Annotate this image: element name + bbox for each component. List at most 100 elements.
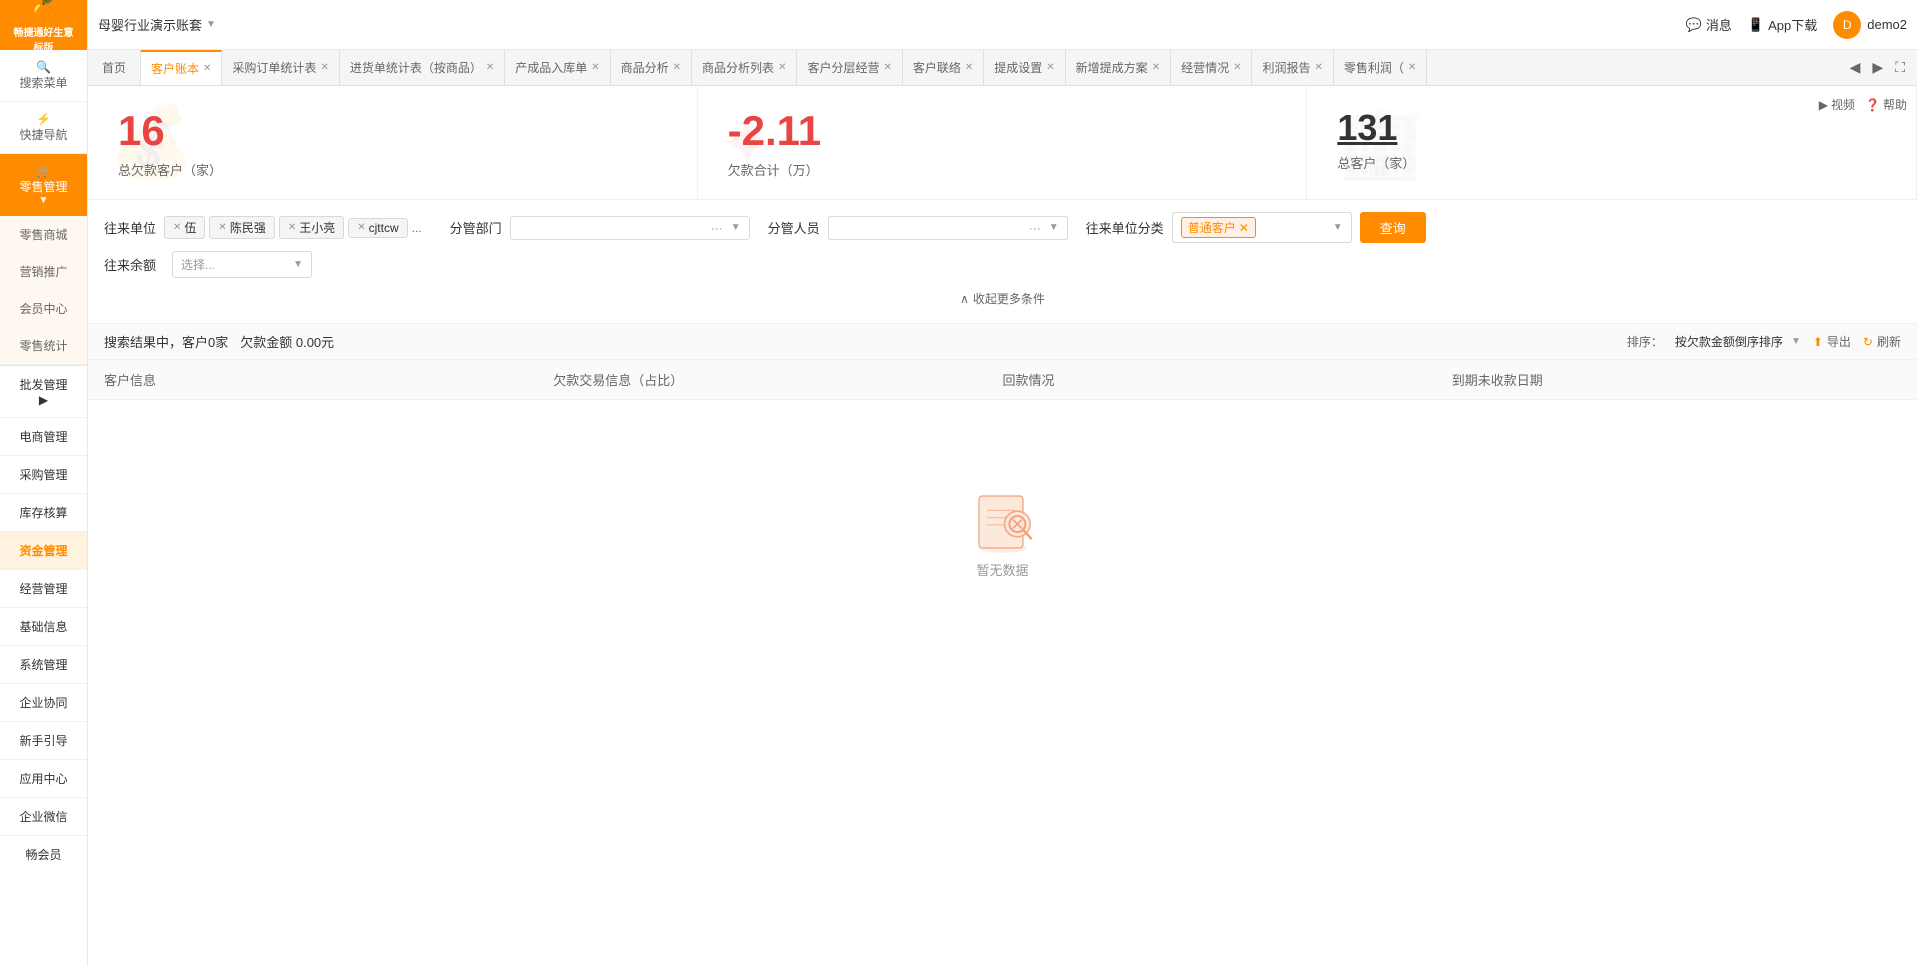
unit-tag-wang-close-icon[interactable]: ✕ [288, 222, 296, 233]
tab-close-business-status[interactable]: ✕ [1233, 62, 1241, 73]
tab-customer-segment[interactable]: 客户分层经营 ✕ [797, 50, 902, 86]
dept-select-more-icon: ··· [711, 221, 723, 235]
tab-new-promotion[interactable]: 新增提成方案 ✕ [1066, 50, 1171, 86]
sidebar-item-inventory[interactable]: 库存核算 [0, 494, 87, 532]
empty-state: 暂无数据 [88, 400, 1917, 659]
tab-close-customer-contact[interactable]: ✕ [965, 62, 973, 73]
sidebar-item-marketing[interactable]: 营销推广 [0, 253, 87, 290]
tab-customer-account[interactable]: 客户账本 ✕ [141, 50, 222, 86]
stat-customers-label: 总欠款客户（家） [118, 160, 222, 179]
retail-icon: 🛒 [36, 164, 51, 178]
sidebar-item-app-center[interactable]: 应用中心 [0, 760, 87, 798]
sidebar-item-vip-member[interactable]: 畅会员 [0, 836, 87, 873]
balance-filter-select[interactable]: 选择... ▼ [172, 251, 312, 278]
sidebar-item-search[interactable]: 🔍 搜索菜单 [0, 50, 87, 102]
help-button[interactable]: ❓ 帮助 [1865, 96, 1907, 113]
sidebar-item-member[interactable]: 会员中心 [0, 290, 87, 327]
tab-goods-analysis[interactable]: 商品分析 ✕ [611, 50, 692, 86]
tab-close-customer-segment[interactable]: ✕ [883, 62, 891, 73]
col-header-customer: 客户信息 [104, 370, 553, 389]
sidebar-item-wholesale[interactable]: 批发管理 ▶ [0, 366, 87, 418]
account-selector-label: 母婴行业演示账套 [98, 15, 202, 34]
tab-close-customer-account[interactable]: ✕ [203, 63, 211, 74]
user-menu[interactable]: D demo2 [1833, 11, 1907, 39]
quick-nav-icon: ⚡ [0, 112, 87, 126]
table-area: 客户信息 欠款交易信息（占比） 回款情况 到期未收款日期 [88, 360, 1917, 659]
app-download-button[interactable]: 📱 App下载 [1748, 15, 1817, 34]
unit-class-tag-close-icon[interactable]: ✕ [1239, 221, 1249, 235]
tab-close-purchase-order[interactable]: ✕ [320, 62, 328, 73]
sidebar-item-purchase[interactable]: 采购管理 [0, 456, 87, 494]
video-button[interactable]: ▶ 视频 [1819, 96, 1855, 113]
tab-close-new-promotion[interactable]: ✕ [1152, 62, 1160, 73]
col-header-debt: 欠款交易信息（占比） [553, 370, 1002, 389]
filter-collapse-button[interactable]: ∧ 收起更多条件 [956, 286, 1049, 311]
main-area: 母婴行业演示账套 ▼ 💬 消息 📱 App下载 D demo2 首页 客户账本 … [88, 0, 1917, 966]
message-button[interactable]: 💬 消息 [1686, 15, 1732, 34]
sidebar-item-quick-nav[interactable]: ⚡ 快捷导航 [0, 102, 87, 154]
unit-tag-cjttcw-close-icon[interactable]: ✕ [357, 222, 365, 233]
search-count-text: 搜索结果中，客户0家 [104, 332, 228, 351]
filter-area: 往来单位 ✕ 伍 ✕ 陈民强 ✕ 王小亮 ✕ [88, 200, 1917, 324]
tab-retail-profit[interactable]: 零售利润（ ✕ [1334, 50, 1427, 86]
page-content: 💰 16 总欠款客户（家） ✦ -2.11 欠款合计（万） 🏢 131 总客户（… [88, 86, 1917, 966]
query-button[interactable]: 查询 [1360, 212, 1426, 243]
topbar: 母婴行业演示账套 ▼ 💬 消息 📱 App下载 D demo2 [88, 0, 1917, 50]
tab-expand-button[interactable]: ⛶ [1891, 57, 1909, 78]
sort-select[interactable]: 按欠款金额倒序排序 ▼ [1675, 333, 1801, 350]
tab-close-purchase-stat[interactable]: ✕ [486, 62, 494, 73]
sidebar-item-enterprise-coop[interactable]: 企业协同 [0, 684, 87, 722]
stat-card-debt: ✦ -2.11 欠款合计（万） [698, 86, 1308, 199]
sidebar-item-finance[interactable]: 资金管理 [0, 532, 87, 570]
sidebar-item-enterprise-wechat[interactable]: 企业微信 [0, 798, 87, 836]
tab-close-retail-profit[interactable]: ✕ [1408, 62, 1416, 73]
unit-tag-wu-close-icon[interactable]: ✕ [173, 222, 181, 233]
tab-business-status[interactable]: 经营情况 ✕ [1171, 50, 1252, 86]
tab-close-goods-analysis[interactable]: ✕ [673, 62, 681, 73]
sidebar-logo: 🍊 畅捷通好生意 标版 [0, 0, 87, 50]
sidebar-item-retail[interactable]: 🛒 零售管理 ▼ [0, 154, 87, 216]
sidebar-item-retail-mall[interactable]: 零售商城 [0, 216, 87, 253]
sidebar-item-operation[interactable]: 经营管理 [0, 570, 87, 608]
refresh-button[interactable]: ↻ 刷新 [1863, 333, 1901, 350]
tab-close-goods-analysis-list[interactable]: ✕ [778, 62, 786, 73]
tab-close-profit-report[interactable]: ✕ [1315, 62, 1323, 73]
export-icon: ⬆ [1813, 335, 1823, 349]
sidebar-search-icon: 🔍 [0, 60, 87, 74]
dept-filter-select[interactable]: ··· ▼ [510, 216, 750, 240]
sidebar-item-new-guide[interactable]: 新手引导 [0, 722, 87, 760]
sidebar-item-system[interactable]: 系统管理 [0, 646, 87, 684]
tab-profit-report[interactable]: 利润报告 ✕ [1252, 50, 1333, 86]
tab-close-promotion-settings[interactable]: ✕ [1046, 62, 1054, 73]
col-header-date: 到期未收款日期 [1452, 370, 1901, 389]
tab-controls: ◀ ▶ ⛶ [1838, 57, 1917, 78]
collapse-up-icon: ∧ [960, 292, 969, 306]
staff-filter-select[interactable]: ··· ▼ [828, 216, 1068, 240]
sidebar-item-ecommerce[interactable]: 电商管理 [0, 418, 87, 456]
export-button[interactable]: ⬆ 导出 [1813, 333, 1851, 350]
tab-next-button[interactable]: ▶ [1868, 57, 1887, 78]
tab-close-produce-entry[interactable]: ✕ [591, 62, 599, 73]
sidebar-item-basic[interactable]: 基础信息 [0, 608, 87, 646]
tab-purchase-order[interactable]: 采购订单统计表 ✕ [222, 50, 339, 86]
account-selector[interactable]: 母婴行业演示账套 ▼ [98, 15, 216, 34]
sort-chevron-icon: ▼ [1791, 336, 1801, 347]
tabbar: 首页 客户账本 ✕ 采购订单统计表 ✕ 进货单统计表（按商品） ✕ 产成品入库单… [88, 50, 1917, 86]
unit-class-filter-select[interactable]: 普通客户 ✕ ▼ [1172, 212, 1352, 243]
unit-tag-cjttcw: ✕ cjttcw [348, 218, 407, 238]
tab-customer-contact[interactable]: 客户联络 ✕ [903, 50, 984, 86]
empty-illustration [953, 480, 1053, 560]
tab-prev-button[interactable]: ◀ [1846, 57, 1865, 78]
stat-total-label: 总客户（家） [1337, 153, 1415, 172]
tab-goods-analysis-list[interactable]: 商品分析列表 ✕ [692, 50, 797, 86]
tab-promotion-settings[interactable]: 提成设置 ✕ [984, 50, 1065, 86]
tab-produce-entry[interactable]: 产成品入库单 ✕ [505, 50, 610, 86]
tab-home[interactable]: 首页 [88, 50, 141, 86]
unit-class-filter-label: 往来单位分类 [1086, 218, 1164, 237]
unit-filter-more-button[interactable]: ... [412, 221, 422, 235]
tab-purchase-stat[interactable]: 进货单统计表（按商品） ✕ [340, 50, 505, 86]
unit-tag-chen-close-icon[interactable]: ✕ [218, 222, 226, 233]
help-icon: ❓ [1865, 98, 1880, 112]
sidebar-item-retail-stat[interactable]: 零售统计 [0, 327, 87, 365]
staff-select-more-icon: ··· [1029, 221, 1041, 235]
